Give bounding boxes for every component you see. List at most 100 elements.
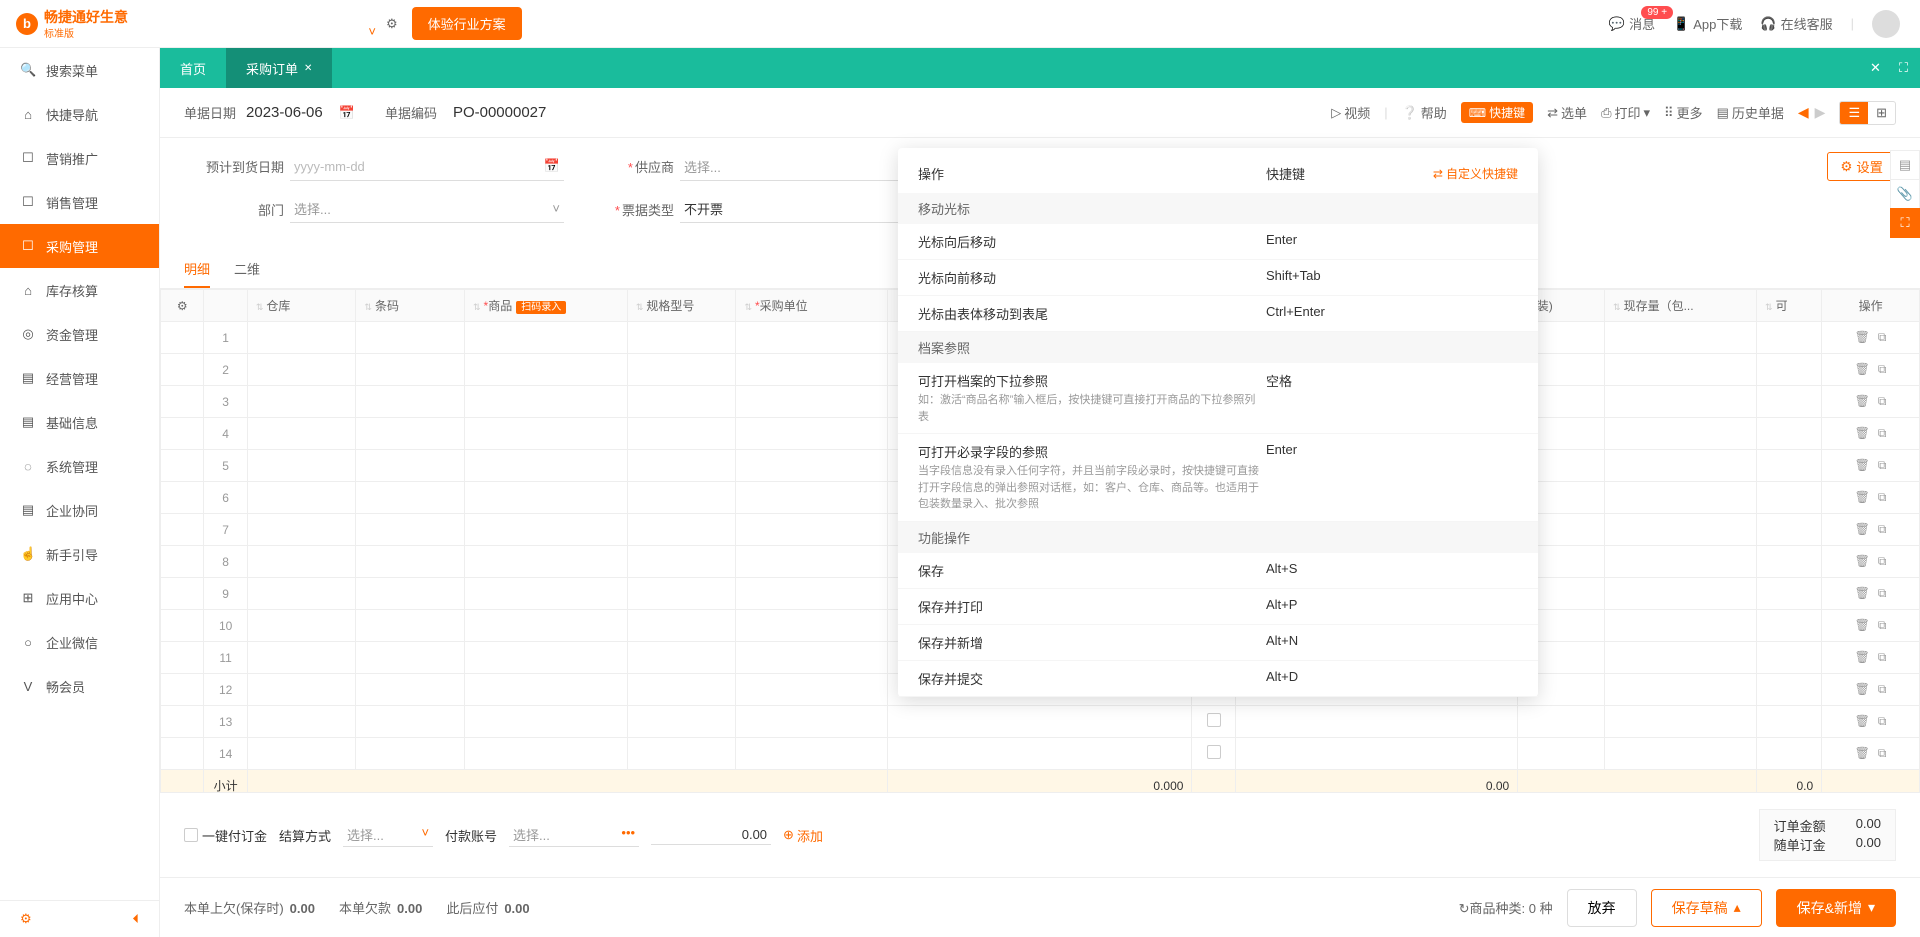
row-copy-icon[interactable]: ⧉ — [1878, 682, 1887, 696]
app-download-link[interactable]: 📱App下载 — [1673, 14, 1742, 33]
view-grid-icon[interactable]: ⊞ — [1868, 102, 1895, 124]
add-payment-link[interactable]: ⊕添加 — [783, 826, 823, 845]
row-delete-icon[interactable]: 🗑 — [1855, 746, 1870, 760]
row-copy-icon[interactable]: ⧉ — [1878, 522, 1887, 536]
shortcut-row: 保存并打印Alt+P — [898, 589, 1538, 625]
video-link[interactable]: ▷视频 — [1331, 103, 1370, 122]
pay-account-input[interactable]: 选择...••• — [509, 823, 639, 847]
doc-date-value[interactable]: 2023-06-06 — [246, 104, 323, 121]
col-gear[interactable]: ⚙ — [161, 290, 204, 322]
row-copy-icon[interactable]: ⧉ — [1878, 458, 1887, 472]
sidebar-item-14[interactable]: V畅会员 — [0, 664, 159, 708]
messages-link[interactable]: 💬 消息 99 + — [1609, 14, 1655, 33]
right-tool-1[interactable]: ▤ — [1890, 150, 1920, 180]
row-delete-icon[interactable]: 🗑 — [1855, 586, 1870, 600]
shortcut-button[interactable]: ⌨快捷键 — [1461, 102, 1533, 123]
sidebar-settings-icon[interactable]: ⚙ — [20, 911, 32, 927]
dept-input[interactable]: 选择...˅ — [290, 195, 564, 223]
sidebar-item-3[interactable]: ☐销售管理 — [0, 180, 159, 224]
sidebar-item-7[interactable]: ▤经营管理 — [0, 356, 159, 400]
sidebar-item-1[interactable]: ⌂快捷导航 — [0, 92, 159, 136]
trial-industry-button[interactable]: 体验行业方案 — [412, 7, 522, 40]
row-copy-icon[interactable]: ⧉ — [1878, 394, 1887, 408]
history-link[interactable]: ▤历史单据 — [1717, 103, 1784, 122]
row-copy-icon[interactable]: ⧉ — [1878, 586, 1887, 600]
sidebar-item-0[interactable]: 🔍搜索菜单 — [0, 48, 159, 92]
sidebar-item-11[interactable]: ☝新手引导 — [0, 532, 159, 576]
refresh-icon[interactable]: ↻ — [1459, 901, 1470, 916]
prev-doc-icon[interactable]: ◀ — [1798, 104, 1809, 121]
row-delete-icon[interactable]: 🗑 — [1855, 618, 1870, 632]
onekey-deposit-checkbox[interactable]: 一键付订金 — [184, 826, 267, 845]
row-copy-icon[interactable]: ⧉ — [1878, 714, 1887, 728]
online-service-link[interactable]: 🎧在线客服 — [1760, 14, 1832, 33]
more-link[interactable]: ⠿更多 — [1664, 103, 1703, 122]
row-checkbox[interactable] — [1207, 745, 1221, 759]
save-draft-button[interactable]: 保存草稿▴ — [1651, 889, 1762, 927]
sidebar-item-2[interactable]: ☐营销推广 — [0, 136, 159, 180]
sidebar-item-13[interactable]: ○企业微信 — [0, 620, 159, 664]
tab-close-all-icon[interactable]: ✕ — [1866, 56, 1885, 80]
next-doc-icon[interactable]: ▶ — [1815, 104, 1826, 121]
row-copy-icon[interactable]: ⧉ — [1878, 650, 1887, 664]
row-delete-icon[interactable]: 🗑 — [1855, 330, 1870, 344]
right-tool-2[interactable]: 📎 — [1890, 179, 1920, 209]
select-order-link[interactable]: ⇄选单 — [1547, 103, 1587, 122]
user-menu[interactable] — [1872, 10, 1904, 38]
discard-button[interactable]: 放弃 — [1567, 889, 1637, 927]
sidebar-collapse-icon[interactable]: ⏴ — [133, 911, 140, 927]
row-delete-icon[interactable]: 🗑 — [1855, 458, 1870, 472]
scan-tag[interactable]: 扫码录入 — [516, 301, 566, 314]
row-delete-icon[interactable]: 🗑 — [1855, 394, 1870, 408]
row-delete-icon[interactable]: 🗑 — [1855, 682, 1870, 696]
tab-purchase-order[interactable]: 采购订单✕ — [226, 48, 332, 88]
table-row[interactable]: 14🗑⧉ — [161, 738, 1920, 770]
row-delete-icon[interactable]: 🗑 — [1855, 490, 1870, 504]
sidebar-item-5[interactable]: ⌂库存核算 — [0, 268, 159, 312]
row-copy-icon[interactable]: ⧉ — [1878, 330, 1887, 344]
tab-home[interactable]: 首页 — [160, 48, 226, 88]
row-delete-icon[interactable]: 🗑 — [1855, 426, 1870, 440]
view-list-icon[interactable]: ☰ — [1840, 102, 1868, 124]
subtab-detail[interactable]: 明细 — [184, 251, 210, 288]
sidebar-item-12[interactable]: ⊞应用中心 — [0, 576, 159, 620]
close-icon[interactable]: ✕ — [304, 63, 312, 74]
sidebar-item-8[interactable]: ▤基础信息 — [0, 400, 159, 444]
subtab-2d[interactable]: 二维 — [234, 251, 260, 288]
sidebar-item-6[interactable]: ◎资金管理 — [0, 312, 159, 356]
row-copy-icon[interactable]: ⧉ — [1878, 362, 1887, 376]
sidebar-item-9[interactable]: ◌系统管理 — [0, 444, 159, 488]
row-delete-icon[interactable]: 🗑 — [1855, 522, 1870, 536]
avatar — [1872, 10, 1900, 38]
row-copy-icon[interactable]: ⧉ — [1878, 618, 1887, 632]
tab-fullscreen-icon[interactable]: ⛶ — [1895, 56, 1912, 80]
save-new-button[interactable]: 保存&新增▾ — [1776, 889, 1896, 927]
help-link[interactable]: ❔帮助 — [1402, 103, 1447, 122]
row-copy-icon[interactable]: ⧉ — [1878, 490, 1887, 504]
sidebar-item-4[interactable]: ☐采购管理 — [0, 224, 159, 268]
row-checkbox[interactable] — [1207, 713, 1221, 727]
calendar-icon[interactable]: 📅 — [544, 158, 560, 174]
arrive-date-input[interactable]: yyyy-mm-dd📅 — [290, 153, 564, 181]
row-delete-icon[interactable]: 🗑 — [1855, 714, 1870, 728]
row-copy-icon[interactable]: ⧉ — [1878, 426, 1887, 440]
print-link[interactable]: ⎙打印▾ — [1601, 103, 1650, 122]
arrive-date-label: 预计到货日期 — [184, 157, 284, 176]
sidebar-item-10[interactable]: ▤企业协同 — [0, 488, 159, 532]
row-delete-icon[interactable]: 🗑 — [1855, 362, 1870, 376]
after-payable: 此后应付0.00 — [446, 898, 529, 917]
sidebar-icon: ○ — [20, 635, 36, 650]
settings-button[interactable]: ⚙设置 — [1827, 152, 1896, 181]
pay-amount-input[interactable]: 0.00 — [651, 825, 771, 845]
row-copy-icon[interactable]: ⧉ — [1878, 554, 1887, 568]
table-row[interactable]: 13🗑⧉ — [161, 706, 1920, 738]
calendar-icon[interactable]: 📅 — [339, 105, 355, 121]
right-tool-3[interactable]: ⛶ — [1890, 208, 1920, 238]
row-delete-icon[interactable]: 🗑 — [1855, 650, 1870, 664]
settle-method-input[interactable]: 选择...˅ — [343, 823, 433, 847]
row-copy-icon[interactable]: ⧉ — [1878, 746, 1887, 760]
row-delete-icon[interactable]: 🗑 — [1855, 554, 1870, 568]
settings-gear-icon[interactable]: ⚙ — [386, 16, 398, 32]
chevron-down-icon: ˅ — [552, 201, 560, 216]
custom-shortcut-link[interactable]: ⇄自定义快捷键 — [1433, 164, 1518, 183]
